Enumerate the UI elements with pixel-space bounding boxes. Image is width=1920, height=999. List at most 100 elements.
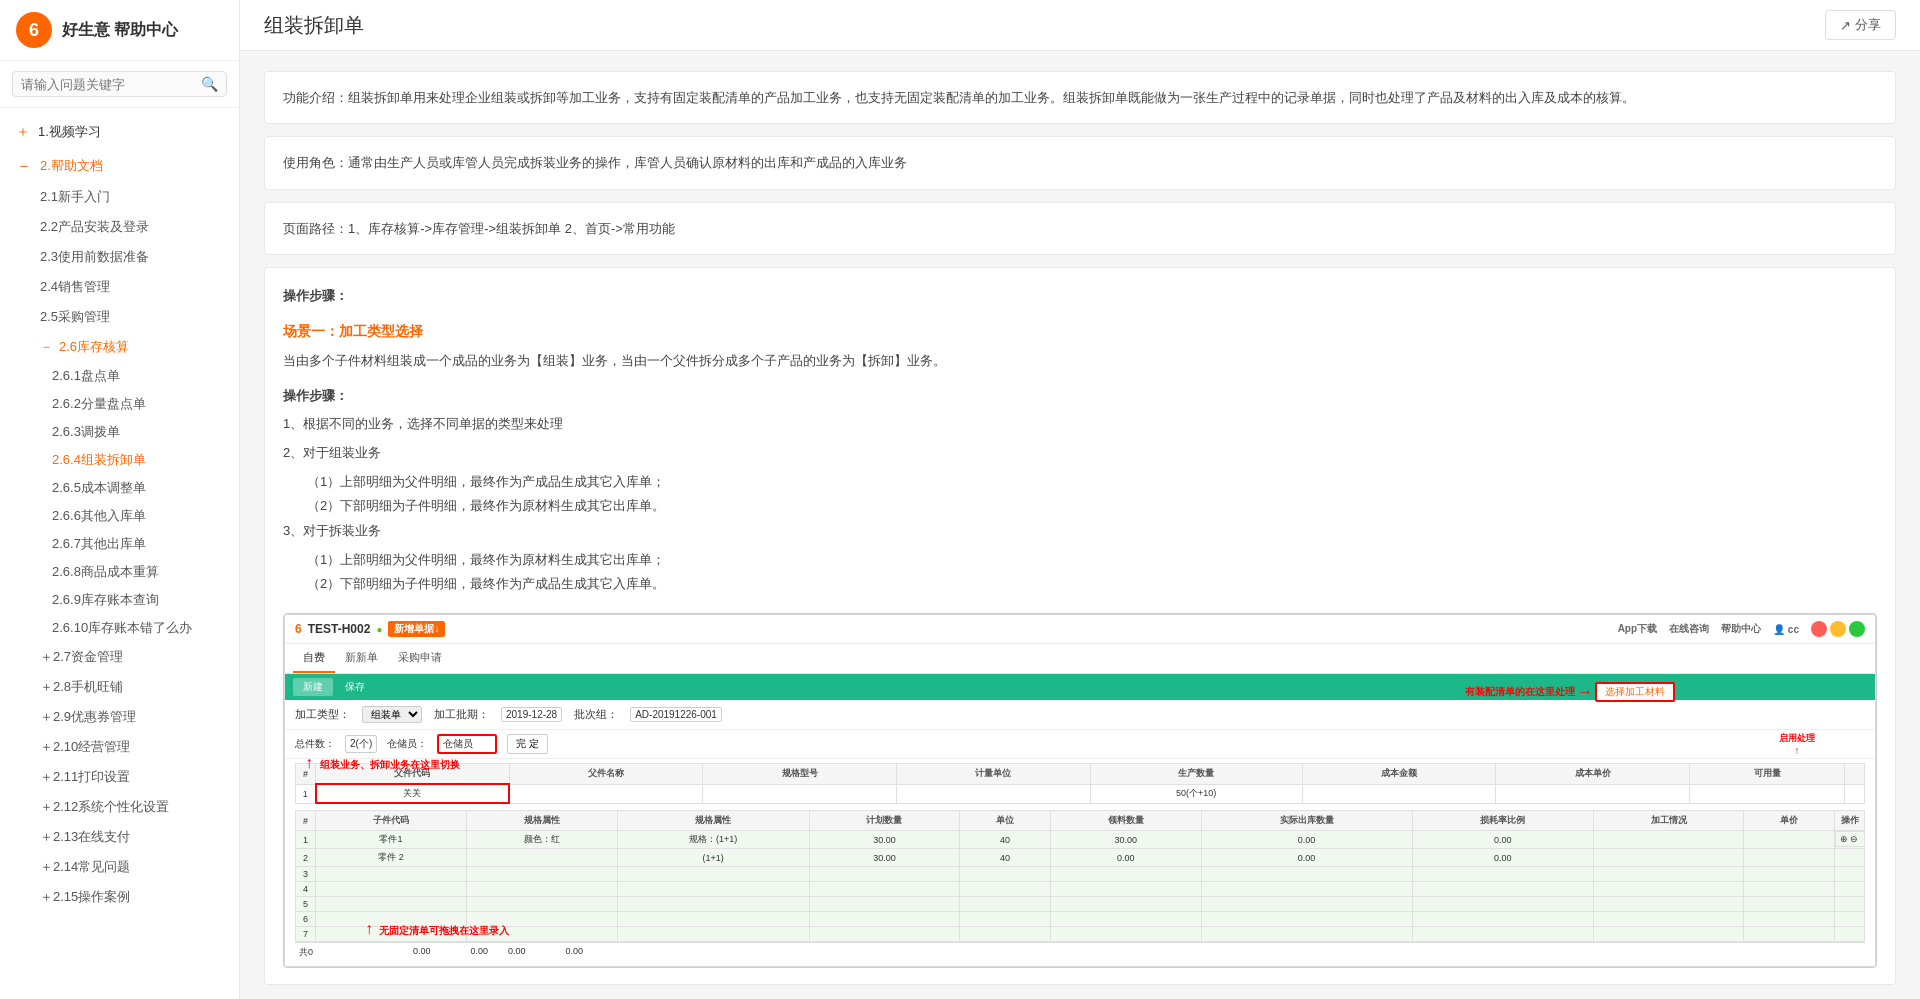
plus-icon-2.12: ＋ [40, 798, 53, 816]
sidebar-item-2.1[interactable]: 2.1新手入门 [0, 182, 239, 212]
main-content: 组装拆卸单 ↗ 分享 功能介绍：组装拆卸单用来处理企业组装或拆卸等加工业务，支持… [240, 0, 1920, 999]
sidebar-item-2.3[interactable]: 2.3使用前数据准备 [0, 242, 239, 272]
mock-btn-add[interactable]: 新增单据↓ [388, 621, 445, 637]
path-block: 页面路径：1、库存核算->库存管理->组装拆卸单 2、首页->常用功能 [264, 202, 1896, 255]
nav-item-2.6-label: 2.6库存核算 [59, 338, 129, 356]
sidebar-item-2.14[interactable]: ＋ 2.14常见问题 [0, 852, 239, 882]
mock-confirm-btn[interactable]: 完 定 [507, 734, 548, 754]
search-icon[interactable]: 🔍 [201, 76, 218, 92]
steps-label: 操作步骤： [283, 384, 1877, 409]
scenario1-desc: 当由多个子件材料组装成一个成品的业务为【组装】业务，当由一个父件拆分成多个子产品… [283, 349, 1877, 374]
sidebar-item-2.10[interactable]: ＋ 2.10经营管理 [0, 732, 239, 762]
search-input[interactable] [21, 77, 201, 92]
mock-tab-save[interactable]: 保存 [337, 678, 373, 696]
mock-title-bar: 6 TEST-H002 ● 新增单据↓ App下载 在线咨询 帮助中心 👤 cc [285, 615, 1875, 644]
share-button[interactable]: ↗ 分享 [1825, 10, 1896, 40]
sidebar-item-2.6.2[interactable]: 2.6.2分量盘点单 [0, 390, 239, 418]
plus-icon-2.14: ＋ [40, 858, 53, 876]
sidebar-item-2.6.9[interactable]: 2.6.9库存账本查询 [0, 586, 239, 614]
mock-form-date-label: 加工批期： [434, 707, 489, 722]
close-btn-icon[interactable] [1811, 621, 1827, 637]
step2: 2、对于组装业务 [283, 441, 1877, 466]
sidebar-item-2.6.1[interactable]: 2.6.1盘点单 [0, 362, 239, 390]
sidebar-item-2.12[interactable]: ＋ 2.12系统个性化设置 [0, 792, 239, 822]
mock-worker-label: 仓储员： [387, 737, 427, 751]
steps-section: 操作步骤： 场景一：加工类型选择 当由多个子件材料组装成一个成品的业务为【组装】… [264, 267, 1896, 985]
annotation-toggle: ↑ 组装业务、拆卸业务在这里切换 [305, 754, 460, 772]
mock-nav-new[interactable]: 新新单 [335, 644, 388, 673]
sidebar-item-2.6.6[interactable]: 2.6.6其他入库单 [0, 502, 239, 530]
sidebar-item-2.15[interactable]: ＋ 2.15操作案例 [0, 882, 239, 912]
table-row: 2 零件 2 (1+1) 30.00 40 0.00 0.00 0.00 [296, 849, 1865, 867]
mock-parent-table: # 父件代码 父件名称 规格型号 计量单位 生产数量 成本金额 成本单价 可用量 [295, 763, 1865, 804]
nav-item-2.1-label: 2.1新手入门 [40, 188, 110, 206]
mock-form-batch-label: 批次组： [574, 707, 618, 722]
search-bar: 🔍 [0, 61, 239, 108]
sidebar-item-2.11[interactable]: ＋ 2.11打印设置 [0, 762, 239, 792]
path-text: 页面路径：1、库存核算->库存管理->组装拆卸单 2、首页->常用功能 [283, 217, 1877, 240]
minimize-btn-icon[interactable] [1830, 621, 1846, 637]
mock-form-type-label: 加工类型： [295, 707, 350, 722]
table-row: 6 [296, 912, 1865, 927]
plus-icon-2.15: ＋ [40, 888, 53, 906]
search-input-wrap[interactable]: 🔍 [12, 71, 227, 97]
steps-heading: 操作步骤： [283, 284, 1877, 309]
mock-form-batch-value: AD-20191226-001 [630, 707, 722, 722]
mock-qty-value: 2(个) [345, 735, 377, 753]
sidebar-item-2.6.10[interactable]: 2.6.10库存账本错了么办 [0, 614, 239, 642]
mock-nav-purchase[interactable]: 采购申请 [388, 644, 452, 673]
plus-icon: ＋ [16, 123, 30, 141]
table-row: 1 零件1 颜色：红 规格：(1+1) 30.00 40 30.00 0.00 … [296, 831, 1865, 849]
table-row: 3 [296, 867, 1865, 882]
maximize-btn-icon[interactable] [1849, 621, 1865, 637]
sidebar-item-2.2[interactable]: 2.2产品安装及登录 [0, 212, 239, 242]
table-row: 5 [296, 897, 1865, 912]
nav-section-video-title[interactable]: ＋ 1.视频学习 [0, 116, 239, 148]
sidebar-item-2.7[interactable]: ＋ 2.7资金管理 [0, 642, 239, 672]
mock-child-table-area: ↑ 无固定清单可拖拽在这里录入 # 子件代码 规格属性 规格属性 计划数量 [285, 808, 1875, 966]
mock-worker-select[interactable]: 仓储员 [437, 734, 497, 754]
mock-tab-new[interactable]: 新建 [293, 678, 333, 696]
top-header: 组装拆卸单 ↗ 分享 [240, 0, 1920, 51]
logo-text: 好生意 帮助中心 [62, 20, 178, 41]
minus-icon-2.6: － [40, 338, 53, 356]
sidebar-item-2.4[interactable]: 2.4销售管理 [0, 272, 239, 302]
mock-bom-btn[interactable]: 选择加工材料 [1595, 682, 1675, 702]
sidebar-item-2.6.5[interactable]: 2.6.5成本调整单 [0, 474, 239, 502]
mock-child-table: # 子件代码 规格属性 规格属性 计划数量 单位 领料数量 实际出库数量 损耗率… [295, 810, 1865, 942]
sidebar-item-2.6.8[interactable]: 2.6.8商品成本重算 [0, 558, 239, 586]
minus-icon: － [16, 158, 32, 174]
sidebar-item-2.6[interactable]: － 2.6库存核算 [0, 332, 239, 362]
mock-app-link: App下载 [1618, 622, 1657, 636]
mock-nav-zifei[interactable]: 自费 [293, 644, 335, 673]
nav-section-help: － 2.帮助文档 2.1新手入门 2.2产品安装及登录 2.3使用前数据准备 2… [0, 150, 239, 912]
content-area: 功能介绍：组装拆卸单用来处理企业组装或拆卸等加工业务，支持有固定装配清单的产品加… [240, 51, 1920, 999]
share-icon: ↗ [1840, 18, 1851, 33]
plus-icon-2.10: ＋ [40, 738, 53, 756]
sidebar-item-2.8[interactable]: ＋ 2.8手机旺铺 [0, 672, 239, 702]
sidebar-item-2.6.3[interactable]: 2.6.3调拨单 [0, 418, 239, 446]
annotation-drag: ↑ 无固定清单可拖拽在这里录入 [365, 920, 509, 938]
sidebar-item-2.13[interactable]: ＋ 2.13在线支付 [0, 822, 239, 852]
step2-sub1: （1）上部明细为父件明细，最终作为产成品生成其它入库单； [283, 470, 1877, 495]
mock-qty-label: 总件数： [295, 737, 335, 751]
screenshot-mockup: 6 TEST-H002 ● 新增单据↓ App下载 在线咨询 帮助中心 👤 cc [283, 613, 1877, 968]
sidebar-item-2.6.4[interactable]: 2.6.4组装拆卸单 [0, 446, 239, 474]
step1: 1、根据不同的业务，选择不同单据的类型来处理 [283, 412, 1877, 437]
mock-form-type-select[interactable]: 组装单 拆卸单 [362, 706, 422, 723]
sidebar: 6 好生意 帮助中心 🔍 ＋ 1.视频学习 － 2.帮助文档 2.1新手入门 [0, 0, 240, 999]
role-text: 使用角色：通常由生产人员或库管人员完成拆装业务的操作，库管人员确认原材料的出库和… [283, 151, 1877, 174]
sidebar-item-2.6.7[interactable]: 2.6.7其他出库单 [0, 530, 239, 558]
nav-item-2.5-label: 2.5采购管理 [40, 308, 110, 326]
sidebar-item-2.5[interactable]: 2.5采购管理 [0, 302, 239, 332]
page-title: 组装拆卸单 [264, 12, 364, 39]
sidebar-item-2.9[interactable]: ＋ 2.9优惠券管理 [0, 702, 239, 732]
nav-section-help-title[interactable]: － 2.帮助文档 [0, 150, 239, 182]
plus-icon-2.11: ＋ [40, 768, 53, 786]
step3: 3、对于拆装业务 [283, 519, 1877, 544]
nav-item-2.3-label: 2.3使用前数据准备 [40, 248, 149, 266]
nav-tree: ＋ 1.视频学习 － 2.帮助文档 2.1新手入门 2.2产品安装及登录 2.3… [0, 108, 239, 999]
mock-title-text: TEST-H002 [308, 622, 371, 636]
annotation-bom: 有装配清单的在这里处理 → 选择加工材料 [1465, 682, 1675, 702]
mock-parent-table-area: # 父件代码 父件名称 规格型号 计量单位 生产数量 成本金额 成本单价 可用量 [285, 759, 1875, 808]
